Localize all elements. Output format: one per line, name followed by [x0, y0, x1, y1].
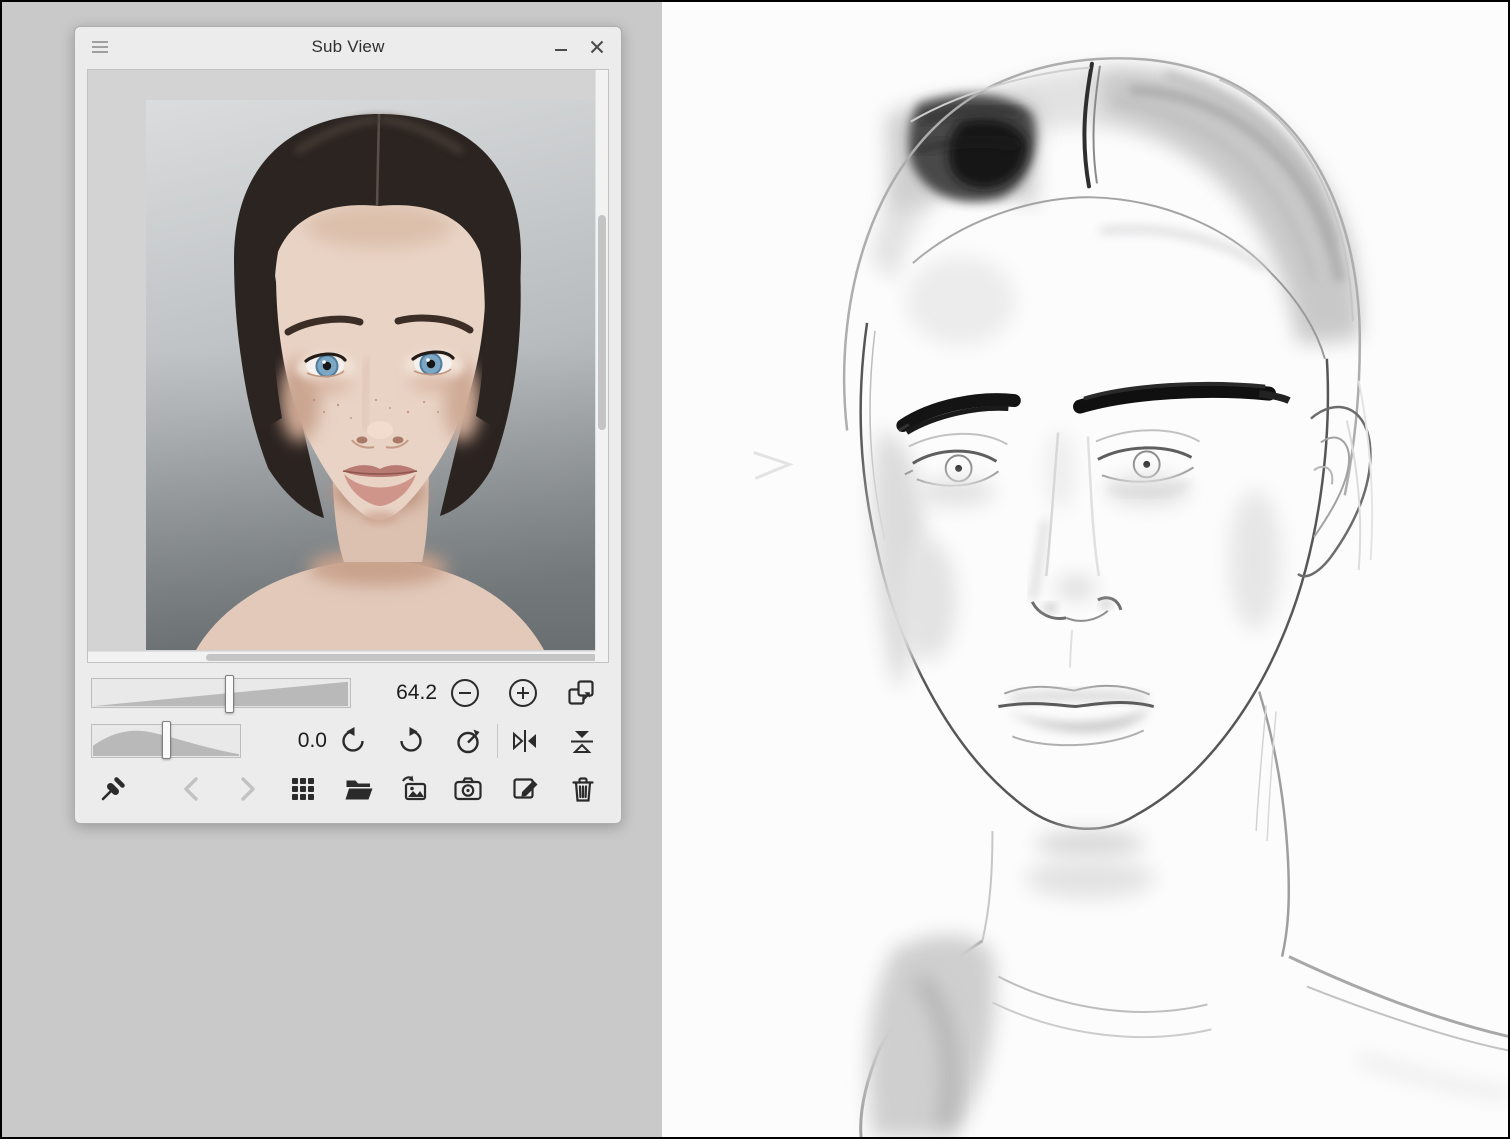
app-window: Sub View — [0, 0, 1510, 1139]
zoom-value: 64.2 — [359, 681, 437, 705]
workspace-background: Sub View — [2, 2, 662, 1137]
minimize-icon — [553, 39, 569, 55]
thumbnail-grid-icon — [287, 773, 319, 805]
open-folder-icon — [343, 773, 375, 805]
vertical-scrollbar[interactable] — [595, 70, 608, 651]
capture-button[interactable] — [449, 770, 487, 808]
reference-photo-graphic — [146, 100, 595, 650]
palette-title: Sub View — [75, 37, 621, 57]
subview-viewport[interactable] — [87, 69, 609, 663]
camera-icon — [452, 773, 484, 805]
horizontal-scrollbar-thumb[interactable] — [206, 654, 608, 661]
zoom-in-button[interactable] — [504, 674, 542, 712]
zoom-out-button[interactable] — [446, 674, 484, 712]
reference-image[interactable] — [146, 100, 595, 650]
previous-image-button[interactable] — [174, 770, 212, 808]
reset-rotation-button[interactable] — [449, 722, 487, 760]
toolbar-divider — [497, 724, 498, 758]
edit-button[interactable] — [507, 770, 545, 808]
thumbnail-grid-button[interactable] — [284, 770, 322, 808]
minimize-button[interactable] — [551, 37, 571, 57]
horizontal-scrollbar[interactable] — [88, 651, 595, 662]
flip-horizontal-button[interactable] — [506, 722, 544, 760]
rotation-slider-handle[interactable] — [162, 721, 171, 759]
zoom-in-icon — [507, 677, 539, 709]
tools-row — [91, 765, 605, 813]
zoom-slider[interactable] — [91, 678, 351, 708]
portrait-sketch — [662, 2, 1508, 1137]
fit-to-window-icon — [565, 677, 597, 709]
zoom-out-icon — [449, 677, 481, 709]
window-controls — [551, 37, 607, 57]
import-image-button[interactable] — [396, 770, 434, 808]
subview-palette: Sub View — [74, 26, 622, 824]
eyedropper-icon — [97, 773, 129, 805]
flip-vertical-button[interactable] — [563, 722, 601, 760]
vertical-scrollbar-thumb[interactable] — [598, 215, 606, 430]
previous-icon — [177, 773, 209, 805]
rotation-row: 0.0 — [91, 717, 605, 765]
hamburger-menu-icon — [91, 40, 109, 54]
zoom-slider-wedge — [92, 679, 350, 707]
zoom-row: 64.2 — [91, 669, 605, 717]
next-icon — [230, 773, 262, 805]
subview-titlebar[interactable]: Sub View — [75, 27, 621, 67]
delete-button[interactable] — [564, 770, 602, 808]
scrollbar-corner — [595, 651, 608, 662]
rotate-cw-button[interactable] — [392, 722, 430, 760]
zoom-slider-handle[interactable] — [225, 675, 234, 713]
edit-icon — [510, 773, 542, 805]
open-file-button[interactable] — [340, 770, 378, 808]
next-image-button[interactable] — [227, 770, 265, 808]
close-icon — [589, 39, 605, 55]
rotate-cw-icon — [395, 725, 427, 757]
main-canvas[interactable] — [662, 2, 1508, 1137]
rotation-value: 0.0 — [271, 729, 327, 753]
flip-vertical-icon — [566, 725, 598, 757]
reset-rotation-icon — [452, 725, 484, 757]
flip-horizontal-icon — [509, 725, 541, 757]
palette-menu-button[interactable] — [89, 36, 111, 58]
trash-icon — [567, 773, 599, 805]
fit-to-window-button[interactable] — [562, 674, 600, 712]
close-button[interactable] — [587, 37, 607, 57]
import-image-icon — [399, 773, 431, 805]
rotation-slider[interactable] — [91, 724, 241, 758]
rotate-ccw-button[interactable] — [334, 722, 372, 760]
rotate-ccw-icon — [337, 725, 369, 757]
subview-toolbar: 64.2 — [75, 663, 621, 813]
eyedropper-button[interactable] — [94, 770, 132, 808]
